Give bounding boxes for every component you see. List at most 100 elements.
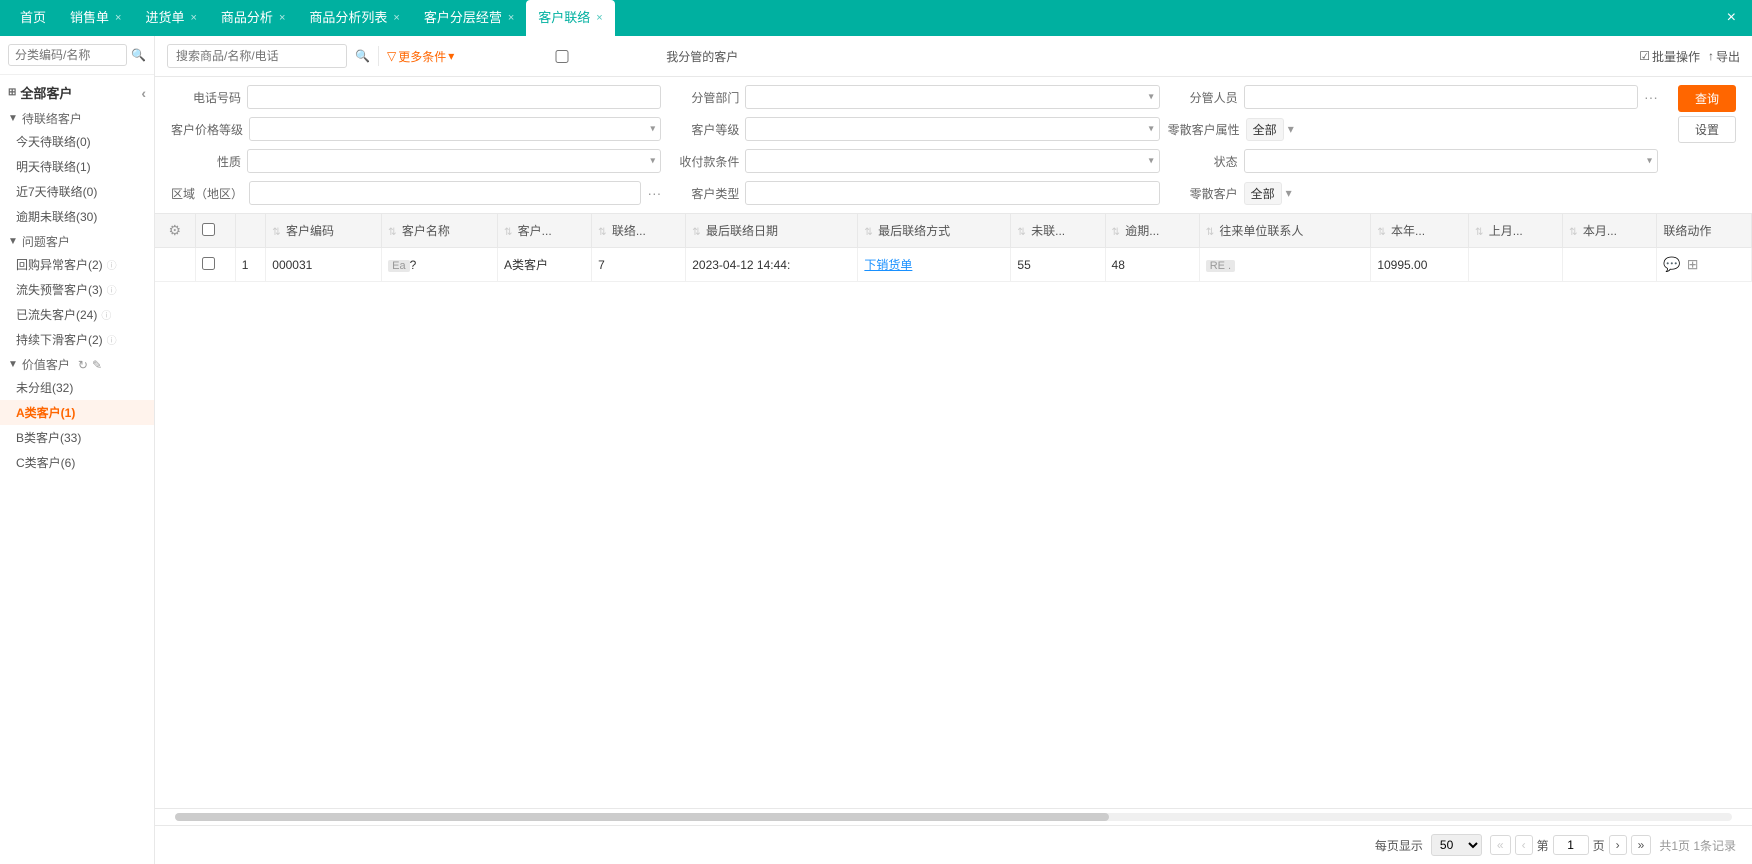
table-row: 1 000031 Ea? A类客户 7 2023-04-12 14:44: 下销… — [155, 248, 1752, 282]
nav-home[interactable]: 首页 — [8, 0, 58, 36]
table-gear-btn[interactable]: ⚙ — [168, 222, 181, 239]
last-page-btn[interactable]: » — [1631, 835, 1652, 855]
filter-nature-label: 性质 — [171, 153, 241, 170]
prev-page-btn[interactable]: ‹ — [1515, 835, 1533, 855]
col-name[interactable]: ⇅ 客户名称 — [382, 214, 498, 248]
sidebar-item-churn-warning[interactable]: 流失预警客户(3) ⓘ — [0, 277, 154, 302]
nav-tab-customer-contact[interactable]: 客户联络 × — [526, 0, 614, 36]
row-index-cell: 1 — [235, 248, 266, 282]
nav-tab-product-analysis[interactable]: 商品分析 × — [209, 0, 297, 36]
sidebar-search-area: 🔍 — [0, 36, 154, 75]
my-customer-checkbox[interactable] — [462, 50, 662, 63]
query-button[interactable]: 查询 — [1678, 85, 1736, 112]
sidebar-item-unclassified[interactable]: 未分组(32) — [0, 375, 154, 400]
col-overdue[interactable]: ⇅ 逾期... — [1105, 214, 1199, 248]
scrollbar-thumb[interactable] — [175, 813, 1109, 821]
sidebar-item-week[interactable]: 近7天待联络(0) — [0, 179, 154, 204]
row-action-qr-icon[interactable]: ⊞ — [1687, 256, 1699, 273]
batch-op-btn[interactable]: ☑ 批量操作 — [1639, 48, 1700, 65]
filter-phone-input[interactable] — [247, 85, 661, 109]
row-action-message-icon[interactable]: 💬 — [1663, 256, 1680, 273]
nav-tab-customer-segment[interactable]: 客户分层经营 × — [412, 0, 526, 36]
filter-customer-grade-select[interactable] — [745, 117, 1159, 141]
col-contact[interactable]: ⇅ 联络... — [592, 214, 686, 248]
per-page-label: 每页显示 — [1375, 837, 1423, 854]
close-customer-contact-tab[interactable]: × — [596, 0, 602, 36]
filter-divider — [378, 46, 379, 66]
filter-status-select[interactable] — [1244, 149, 1658, 173]
col-this-year[interactable]: ⇅ 本年... — [1371, 214, 1469, 248]
export-btn[interactable]: ↑ 导出 — [1708, 48, 1740, 65]
col-name-sort-icon: ⇅ — [388, 227, 396, 238]
filter-dept-select[interactable] — [745, 85, 1159, 109]
nav-tab-product-analysis-list[interactable]: 商品分析列表 × — [297, 0, 411, 36]
col-code[interactable]: ⇅ 客户编码 — [266, 214, 382, 248]
my-customer-checkbox-label[interactable]: 我分管的客户 — [462, 48, 738, 65]
col-this-month[interactable]: ⇅ 本月... — [1563, 214, 1657, 248]
sidebar-item-today[interactable]: 今天待联络(0) — [0, 129, 154, 154]
sidebar-item-b-class[interactable]: B类客户(33) — [0, 425, 154, 450]
per-page-select[interactable]: 50 100 200 — [1431, 834, 1482, 856]
sidebar-item-churned[interactable]: 已流失客户(24) ⓘ — [0, 302, 154, 327]
row-checkbox[interactable] — [202, 257, 215, 270]
page-number-input[interactable] — [1553, 835, 1589, 855]
close-purchase-tab[interactable]: × — [190, 0, 196, 36]
value-edit-icon[interactable]: ✎ — [92, 358, 102, 372]
close-product-analysis-list-tab[interactable]: × — [393, 0, 399, 36]
more-filter-btn[interactable]: ▽ 更多条件 ▾ — [387, 48, 454, 65]
col-last-contact-way[interactable]: ⇅ 最后联络方式 — [858, 214, 1011, 248]
sidebar-item-overdue[interactable]: 逾期未联络(30) — [0, 204, 154, 229]
filter-search-input[interactable] — [167, 44, 347, 68]
export-icon: ↑ — [1708, 49, 1714, 63]
filter-dept: 分管部门 ▾ — [669, 85, 1159, 109]
col-last-contact-date[interactable]: ⇅ 最后联络日期 — [686, 214, 858, 248]
settings-button[interactable]: 设置 — [1678, 116, 1736, 143]
filter-customer-type-input[interactable] — [745, 181, 1159, 205]
main-layout: 🔍 ⊞ 全部客户 ‹ ▼ 待联络客户 今天待联络(0) 明天待联络(1) 近7天… — [0, 36, 1752, 864]
sidebar-item-declining[interactable]: 持续下滑客户(2) ⓘ — [0, 327, 154, 352]
filter-payment-select[interactable] — [745, 149, 1159, 173]
select-all-checkbox[interactable] — [202, 223, 215, 236]
close-sales-tab[interactable]: × — [115, 0, 121, 36]
page-label: 第 — [1537, 837, 1549, 854]
sidebar-item-tomorrow[interactable]: 明天待联络(1) — [0, 154, 154, 179]
close-all-tabs[interactable]: × — [1719, 9, 1744, 27]
sidebar-item-repurchase-abnormal[interactable]: 回购异常客户(2) ⓘ — [0, 252, 154, 277]
sidebar-group-problem[interactable]: ▼ 问题客户 — [0, 229, 154, 252]
filter-region-label: 区域（地区） — [171, 185, 243, 202]
nav-tab-sales[interactable]: 销售单 × — [58, 0, 133, 36]
filter-scatter: 零散客户 全部 ▾ — [1168, 182, 1658, 205]
col-no-contact[interactable]: ⇅ 未联... — [1011, 214, 1105, 248]
collapse-sidebar-btn[interactable]: ‹ — [141, 85, 146, 101]
close-product-analysis-tab[interactable]: × — [279, 0, 285, 36]
first-page-btn[interactable]: « — [1490, 835, 1511, 855]
filter-region: 区域（地区） ··· — [171, 181, 661, 205]
filter-person-input[interactable] — [1244, 85, 1638, 109]
col-last-month-sort-icon: ⇅ — [1475, 227, 1483, 238]
col-last-month[interactable]: ⇅ 上月... — [1469, 214, 1563, 248]
value-refresh-icon[interactable]: ↻ — [78, 358, 88, 372]
sidebar-search-icon[interactable]: 🔍 — [131, 48, 146, 62]
sidebar-group-value[interactable]: ▼ 价值客户 ↻ ✎ — [0, 352, 154, 375]
col-this-year-sort-icon: ⇅ — [1377, 227, 1385, 238]
sidebar-item-a-class[interactable]: A类客户(1) — [0, 400, 154, 425]
customer-table: ⚙ ⇅ 客户编码 ⇅ 客户名称 — [155, 214, 1752, 282]
filter-region-dots[interactable]: ··· — [647, 185, 661, 201]
info-icon-repurchase: ⓘ — [107, 257, 117, 272]
filter-person-dots[interactable]: ··· — [1644, 89, 1658, 105]
filter-price-grade-select[interactable] — [249, 117, 661, 141]
col-company-contact[interactable]: ⇅ 往来单位联系人 — [1199, 214, 1371, 248]
row-last-contact-way-cell[interactable]: 下销货单 — [858, 248, 1011, 282]
nav-tab-purchase[interactable]: 进货单 × — [133, 0, 208, 36]
col-type[interactable]: ⇅ 客户... — [497, 214, 591, 248]
page-nav: « ‹ 第 页 › » — [1490, 835, 1651, 855]
filter-search-icon[interactable]: 🔍 — [355, 49, 370, 63]
filter-region-input[interactable] — [249, 181, 641, 205]
sidebar-item-c-class[interactable]: C类客户(6) — [0, 450, 154, 475]
close-customer-segment-tab[interactable]: × — [508, 0, 514, 36]
next-page-btn[interactable]: › — [1609, 835, 1627, 855]
sidebar-search-input[interactable] — [8, 44, 127, 66]
filter-nature-select[interactable] — [247, 149, 661, 173]
sidebar-group-pending[interactable]: ▼ 待联络客户 — [0, 106, 154, 129]
col-checkbox — [195, 214, 235, 248]
